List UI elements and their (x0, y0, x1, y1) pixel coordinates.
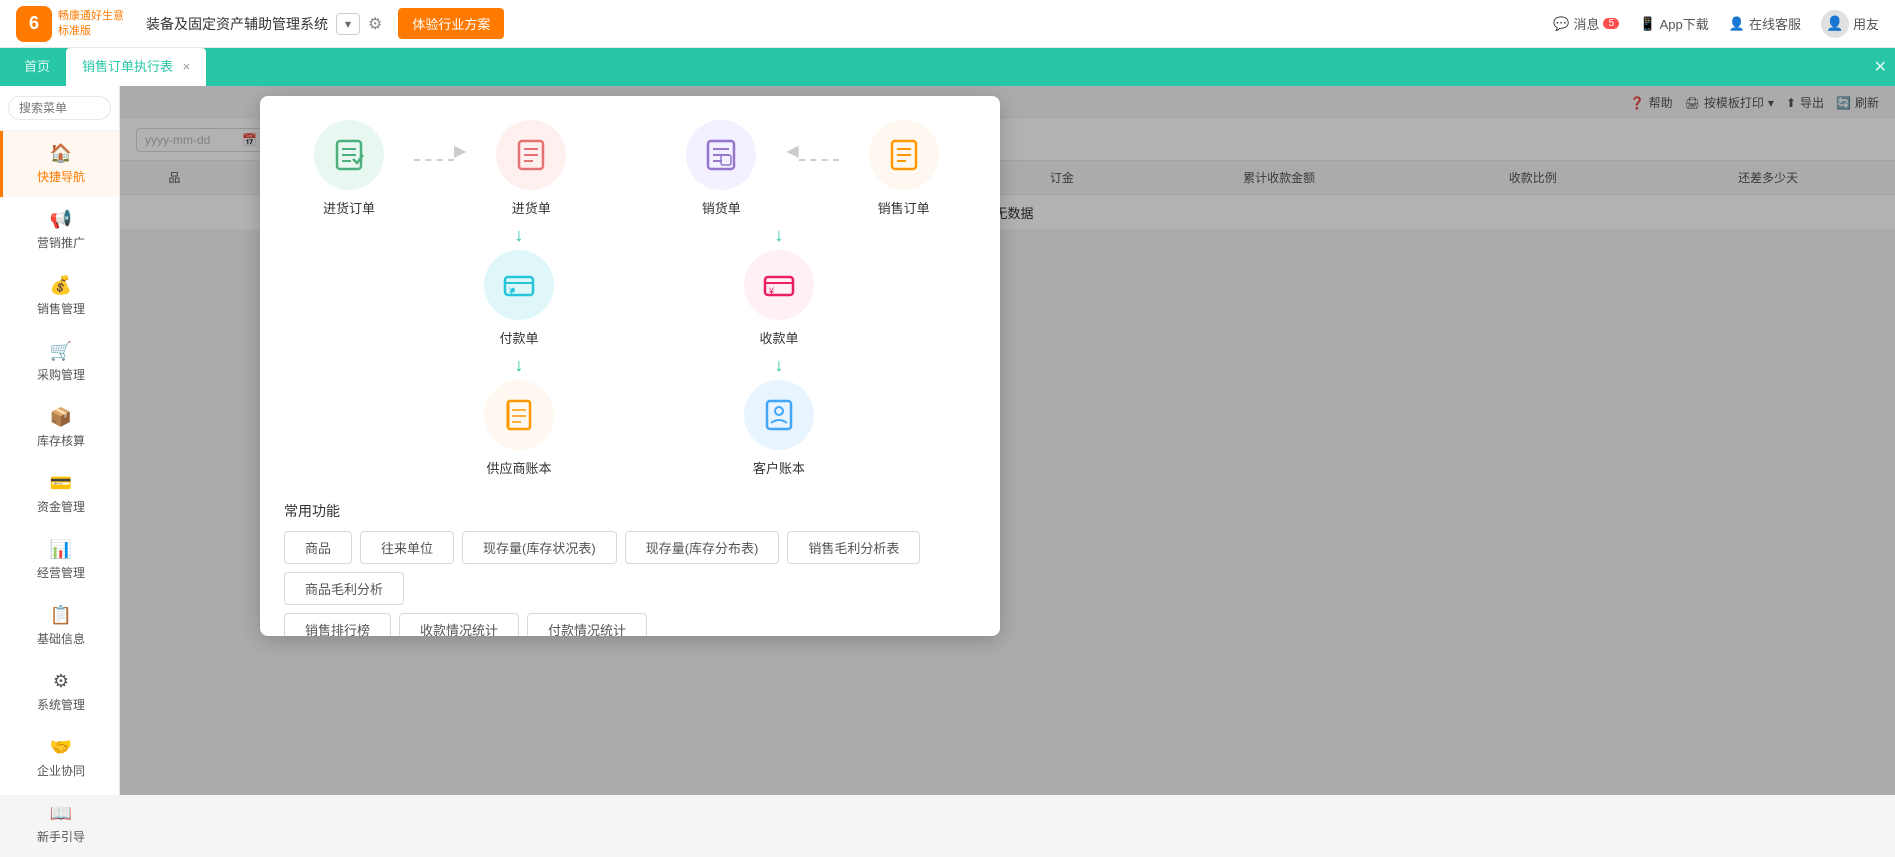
sidebar-item-marketing[interactable]: 📢 营销推广 (0, 197, 119, 263)
sidebar-item-purchase[interactable]: 🛒 采购管理 (0, 329, 119, 395)
flow-item-supplier-ledger[interactable]: 供应商账本 (454, 380, 584, 477)
system-title: 装备及固定资产辅助管理系统 ▾ ⚙ (146, 13, 382, 35)
avatar: 👤 (1821, 10, 1849, 38)
tab-sales-order[interactable]: 销售订单执行表 × (66, 48, 206, 86)
content-area: ❓ 帮助 🖨 按模板打印 ▾ ⬆ 导出 🔄 刷新 yyyy-mm-dd 📅 (120, 86, 1895, 795)
payment-bill-icon: ¥ (484, 250, 554, 320)
receipt-bill-label: 收款单 (759, 328, 798, 347)
sale-bill-label: 销货单 (702, 198, 741, 217)
customer-ledger-label: 客户账本 (753, 458, 805, 477)
sidebar-item-quick-nav[interactable]: 🏠 快捷导航 (0, 131, 119, 197)
message-badge: 5 (1603, 18, 1619, 29)
system-icon: ⚙ (53, 671, 69, 692)
flow-item-sale-order[interactable]: 销售订单 (839, 120, 969, 217)
func-btn-stock-dist[interactable]: 现存量(库存分布表) (625, 531, 780, 564)
common-func-section: 常用功能 商品 往来单位 现存量(库存状况表) 现存量(库存分布表) 销售毛利分… (284, 501, 976, 636)
system-dropdown-btn[interactable]: ▾ (336, 13, 360, 35)
inventory-icon: 📦 (50, 407, 72, 428)
sidebar-item-basic[interactable]: 📋 基础信息 (0, 593, 119, 659)
customer-ledger-icon (744, 380, 814, 450)
close-all-btn[interactable]: ✕ (1874, 57, 1887, 77)
logo-icon: 6 (16, 6, 52, 42)
popup: 进货订单 ▶ (260, 96, 1000, 636)
func-btn-goods[interactable]: 商品 (284, 531, 352, 564)
flow-item-purchase-order[interactable]: 进货订单 (284, 120, 414, 217)
sidebar-item-operation[interactable]: 📊 经营管理 (0, 527, 119, 593)
tab-home[interactable]: 首页 (8, 48, 66, 86)
tab-close-icon[interactable]: × (183, 59, 191, 74)
user-menu[interactable]: 👤 用友 (1821, 10, 1879, 38)
trial-btn[interactable]: 体验行业方案 (398, 8, 504, 39)
purchase-bill-icon (496, 120, 566, 190)
flow-item-payment-bill[interactable]: ¥ 付款单 (454, 250, 584, 347)
func-btn-receipt-stat[interactable]: 收款情况统计 (399, 613, 519, 636)
operation-icon: 📊 (50, 539, 72, 560)
common-func-title: 常用功能 (284, 501, 976, 521)
brand-text: 畅康通好生意 标准版 (58, 9, 124, 38)
flow-section: 进货订单 ▶ (284, 120, 976, 477)
message-icon: 💬 (1553, 16, 1569, 32)
sidebar-item-finance[interactable]: 💳 资金管理 (0, 461, 119, 527)
header-right: 💬 消息 5 📱 App下载 👤 在线客服 👤 用友 (1553, 10, 1879, 38)
svg-text:¥: ¥ (768, 286, 775, 296)
settings-icon[interactable]: ⚙ (368, 14, 382, 34)
sidebar-item-newbie[interactable]: 📖 新手引导 (0, 791, 119, 857)
svg-text:¥: ¥ (508, 286, 515, 296)
sidebar-item-inventory[interactable]: 📦 库存核算 (0, 395, 119, 461)
logo-area: 6 畅康通好生意 标准版 (16, 6, 136, 42)
payment-bill-label: 付款单 (499, 328, 538, 347)
flow-item-sale-bill[interactable]: 销货单 (656, 120, 786, 217)
finance-icon: 💳 (50, 473, 72, 494)
app-download-btn[interactable]: 📱 App下载 (1639, 14, 1708, 33)
receipt-bill-icon: ¥ (744, 250, 814, 320)
newbie-icon: 📖 (50, 803, 72, 824)
func-btn-sales-rank[interactable]: 销售排行榜 (284, 613, 391, 636)
popup-overlay[interactable]: 进货订单 ▶ (120, 86, 1895, 795)
app-icon: 📱 (1639, 16, 1655, 32)
supplier-ledger-icon (484, 380, 554, 450)
func-btn-sales-profit[interactable]: 销售毛利分析表 (787, 531, 920, 564)
top-header: 6 畅康通好生意 标准版 装备及固定资产辅助管理系统 ▾ ⚙ 体验行业方案 💬 … (0, 0, 1895, 48)
func-btn-stock-status[interactable]: 现存量(库存状况表) (462, 531, 617, 564)
flow-item-customer-ledger[interactable]: 客户账本 (714, 380, 844, 477)
main-layout: 🏠 快捷导航 📢 营销推广 💰 销售管理 🛒 采购管理 📦 库存核算 💳 资金管… (0, 86, 1895, 795)
search-input[interactable] (8, 96, 111, 120)
flow-item-receipt-bill[interactable]: ¥ 收款单 (714, 250, 844, 347)
collab-icon: 🤝 (50, 737, 72, 758)
sale-order-label: 销售订单 (878, 198, 930, 217)
sidebar-item-system[interactable]: ⚙ 系统管理 (0, 659, 119, 725)
sidebar-search[interactable] (0, 86, 119, 131)
marketing-icon: 📢 (50, 209, 72, 230)
sidebar: 🏠 快捷导航 📢 营销推广 💰 销售管理 🛒 采购管理 📦 库存核算 💳 资金管… (0, 86, 120, 795)
purchase-order-label: 进货订单 (323, 198, 375, 217)
supplier-ledger-label: 供应商账本 (486, 458, 551, 477)
func-buttons-row2: 销售排行榜 收款情况统计 付款情况统计 (284, 613, 976, 636)
func-buttons-row1: 商品 往来单位 现存量(库存状况表) 现存量(库存分布表) 销售毛利分析表 商品… (284, 531, 976, 605)
sale-bill-icon (686, 120, 756, 190)
purchase-icon: 🛒 (50, 341, 72, 362)
quick-nav-icon: 🏠 (50, 143, 72, 164)
purchase-bill-label: 进货单 (512, 198, 551, 217)
tab-bar: 首页 销售订单执行表 × ✕ (0, 48, 1895, 86)
sales-icon: 💰 (50, 275, 72, 296)
sidebar-item-sales[interactable]: 💰 销售管理 (0, 263, 119, 329)
func-btn-payment-stat[interactable]: 付款情况统计 (527, 613, 647, 636)
flow-item-purchase-bill[interactable]: 进货单 (466, 120, 596, 217)
func-btn-goods-profit[interactable]: 商品毛利分析 (284, 572, 404, 605)
popup-scroll: 进货订单 ▶ (260, 96, 1000, 636)
func-btn-contacts[interactable]: 往来单位 (360, 531, 454, 564)
sale-order-icon (869, 120, 939, 190)
purchase-order-icon (314, 120, 384, 190)
online-service-btn[interactable]: 👤 在线客服 (1729, 14, 1801, 33)
service-icon: 👤 (1729, 16, 1745, 32)
sidebar-item-collab[interactable]: 🤝 企业协同 (0, 725, 119, 791)
basic-icon: 📋 (50, 605, 72, 626)
message-btn[interactable]: 💬 消息 5 (1553, 14, 1619, 33)
